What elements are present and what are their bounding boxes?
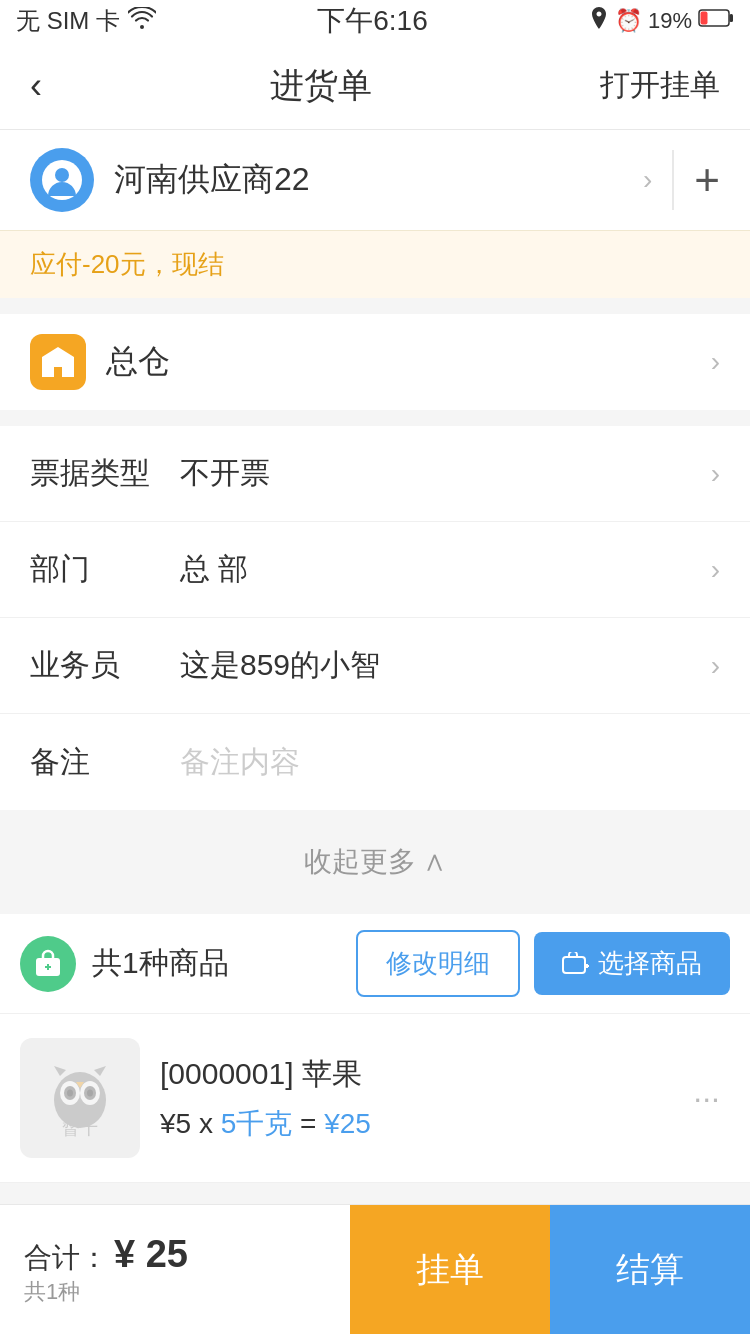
supplier-row[interactable]: 河南供应商22 › + [0,130,750,230]
settle-button[interactable]: 结算 [550,1205,750,1334]
warehouse-name: 总仓 [106,340,701,384]
supplier-avatar [30,148,94,212]
svg-rect-7 [563,957,585,973]
remark-input[interactable]: 备注内容 [170,742,720,783]
wifi-icon [128,7,156,35]
warehouse-chevron-icon: › [711,346,720,378]
invoice-row[interactable]: 票据类型 不开票 › [0,426,750,522]
svg-text:督十: 督十 [62,1118,98,1138]
product-multiply: x [199,1108,221,1139]
svg-marker-18 [54,1066,66,1076]
svg-point-16 [87,1090,93,1097]
add-button[interactable]: + [694,155,720,205]
warehouse-card: 总仓 › [0,314,750,410]
product-header: 共1种商品 修改明细 选择商品 [0,914,750,1014]
sales-label: 业务员 [30,645,170,686]
remark-label: 备注 [30,742,170,783]
supplier-divider [672,150,674,210]
supplier-card: 河南供应商22 › + 应付-20元，现结 [0,130,750,298]
main-content: 河南供应商22 › + 应付-20元，现结 总仓 › 票据类型 不开票 › [0,130,750,1334]
bottom-bar: 合计： ¥ 25 共1种 挂单 结算 [0,1204,750,1334]
battery-percent: 19% [648,8,692,34]
product-section: 共1种商品 修改明细 选择商品 [0,914,750,1183]
status-left: 无 SIM 卡 [16,5,156,37]
invoice-chevron-icon: › [711,458,720,490]
product-equals: = [300,1108,324,1139]
dept-value: 总 部 [170,549,701,590]
sim-text: 无 SIM 卡 [16,5,120,37]
product-total: ¥25 [324,1108,371,1139]
dept-chevron-icon: › [711,554,720,586]
product-price-line: ¥5 x 5千克 = ¥25 [160,1105,683,1143]
svg-point-15 [67,1090,73,1097]
total-sub: 共1种 [24,1277,326,1307]
hang-label: 挂单 [416,1247,484,1293]
product-item: 督十 [0000001] 苹果 ¥5 x 5千克 = ¥25 ··· [0,1014,750,1183]
notice-bar: 应付-20元，现结 [0,230,750,298]
product-thumbnail: 督十 [20,1038,140,1158]
product-code: [0000001] [160,1057,293,1090]
total-section: 合计： ¥ 25 共1种 [0,1205,350,1334]
supplier-name: 河南供应商22 [114,158,633,202]
collapse-label: 收起更多 ∧ [304,843,447,881]
sales-chevron-icon: › [711,650,720,682]
total-amount: ¥ 25 [114,1233,188,1276]
form-card: 票据类型 不开票 › 部门 总 部 › 业务员 这是859的小智 › 备注 备注… [0,426,750,810]
product-name-text: 苹果 [302,1057,362,1090]
settle-label: 结算 [616,1247,684,1293]
hang-button[interactable]: 挂单 [350,1205,550,1334]
remark-row[interactable]: 备注 备注内容 [0,714,750,810]
notice-text: 应付-20元，现结 [30,249,224,279]
supplier-avatar-icon [42,160,82,200]
product-name: [0000001] 苹果 [160,1054,683,1095]
product-icon [20,936,76,992]
location-icon [589,7,609,35]
alarm-icon: ⏰ [615,8,642,34]
product-quantity: 5千克 [221,1108,293,1139]
svg-point-3 [55,168,69,182]
total-label: 合计： ¥ 25 [24,1233,326,1277]
battery-icon [698,8,734,34]
svg-marker-19 [94,1066,106,1076]
status-bar: 无 SIM 卡 下午6:16 ⏰ 19% [0,0,750,42]
product-more-button[interactable]: ··· [683,1070,730,1127]
svg-rect-2 [730,14,734,22]
back-button[interactable]: ‹ [30,65,42,107]
sales-row[interactable]: 业务员 这是859的小智 › [0,618,750,714]
product-info: [0000001] 苹果 ¥5 x 5千克 = ¥25 [160,1054,683,1143]
edit-detail-button[interactable]: 修改明细 [356,930,520,997]
sales-value: 这是859的小智 [170,645,701,686]
invoice-label: 票据类型 [30,453,170,494]
status-time: 下午6:16 [317,2,428,40]
collapse-bar[interactable]: 收起更多 ∧ [0,826,750,898]
nav-bar: ‹ 进货单 打开挂单 [0,42,750,130]
warehouse-row[interactable]: 总仓 › [0,314,750,410]
status-right: ⏰ 19% [589,7,734,35]
invoice-value: 不开票 [170,453,701,494]
supplier-chevron-icon: › [643,164,652,196]
product-count: 共1种商品 [92,943,356,984]
select-product-label: 选择商品 [598,946,702,981]
select-product-button[interactable]: 选择商品 [534,932,730,995]
dept-row[interactable]: 部门 总 部 › [0,522,750,618]
page-title: 进货单 [270,63,372,109]
product-price: ¥5 [160,1108,191,1139]
open-hang-button[interactable]: 打开挂单 [600,65,720,106]
total-prefix: 合计： [24,1239,108,1277]
svg-rect-1 [701,12,708,25]
dept-label: 部门 [30,549,170,590]
warehouse-icon [30,334,86,390]
